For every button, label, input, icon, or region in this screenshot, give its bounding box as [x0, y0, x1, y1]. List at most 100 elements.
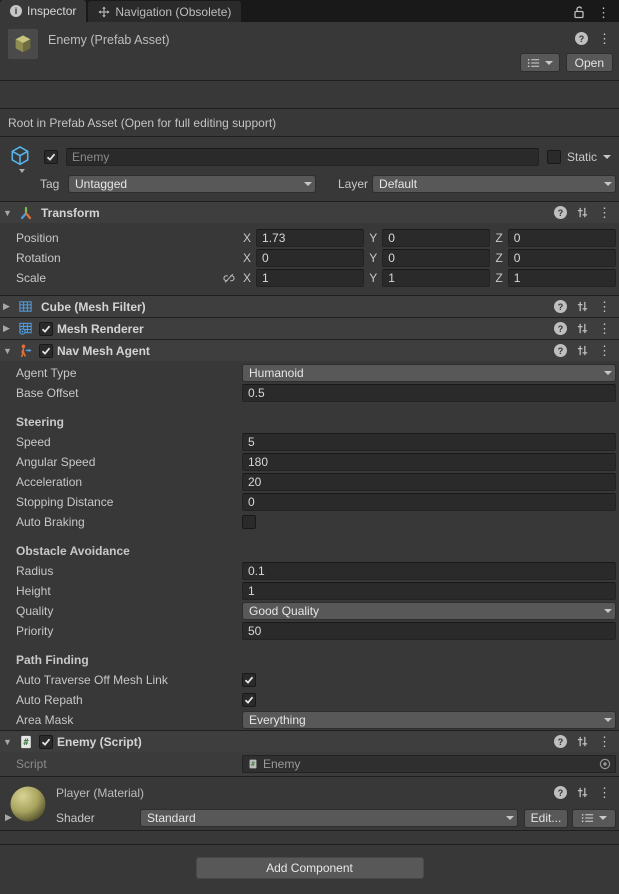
- nav-mesh-agent-enabled-checkbox[interactable]: [39, 343, 53, 358]
- height-field[interactable]: 1: [242, 582, 616, 600]
- gameobject-icon[interactable]: [8, 145, 38, 173]
- foldout-open-icon[interactable]: ▼: [0, 208, 16, 218]
- radius-field[interactable]: 0.1: [242, 562, 616, 580]
- gameobject-header: Enemy Static Tag Untagged Layer Default: [0, 137, 619, 201]
- kebab-icon[interactable]: ⋮: [598, 206, 611, 219]
- speed-row: Speed 5: [0, 432, 619, 452]
- auto-traverse-row: Auto Traverse Off Mesh Link: [0, 670, 619, 690]
- kebab-icon[interactable]: ⋮: [598, 786, 611, 799]
- static-dropdown-caret[interactable]: [603, 155, 611, 159]
- help-icon[interactable]: ?: [554, 786, 567, 799]
- position-y-field[interactable]: 0: [382, 229, 491, 247]
- tab-navigation[interactable]: Navigation (Obsolete): [88, 1, 242, 22]
- nav-mesh-agent-header[interactable]: ▼ Nav Mesh Agent ? ⋮: [0, 339, 619, 361]
- help-icon[interactable]: ?: [554, 735, 567, 748]
- priority-field[interactable]: 50: [242, 622, 616, 640]
- kebab-icon[interactable]: ⋮: [598, 344, 611, 357]
- material-foldout-icon[interactable]: ▶: [5, 812, 12, 823]
- rotation-x-field[interactable]: 0: [256, 249, 365, 267]
- layer-dropdown[interactable]: Default: [372, 175, 616, 193]
- auto-traverse-checkbox[interactable]: [242, 673, 256, 687]
- mesh-renderer-enabled-checkbox[interactable]: [39, 321, 53, 336]
- unlock-icon[interactable]: [572, 5, 586, 19]
- kebab-icon[interactable]: ⋮: [598, 300, 611, 313]
- enemy-script-header[interactable]: ▼ # Enemy (Script) ? ⋮: [0, 730, 619, 752]
- add-component-button[interactable]: Add Component: [195, 857, 424, 879]
- tag-label: Tag: [40, 177, 60, 191]
- agent-type-dropdown[interactable]: Humanoid: [242, 364, 616, 382]
- preset-icon[interactable]: [576, 786, 589, 799]
- scale-x-field[interactable]: 1: [256, 269, 365, 287]
- help-icon[interactable]: ?: [554, 322, 567, 335]
- window-menu-icon[interactable]: ⋮: [597, 6, 610, 19]
- preset-icon[interactable]: [576, 344, 589, 357]
- base-offset-field[interactable]: 0.5: [242, 384, 616, 402]
- shader-menu-button[interactable]: [572, 808, 616, 828]
- foldout-open-icon[interactable]: ▼: [0, 346, 16, 356]
- rotation-z-field[interactable]: 0: [507, 249, 616, 267]
- preset-icon[interactable]: [576, 735, 589, 748]
- area-mask-row: Area Mask Everything: [0, 710, 619, 730]
- foldout-closed-icon[interactable]: ▶: [0, 323, 16, 334]
- auto-braking-checkbox[interactable]: [242, 515, 256, 529]
- base-offset-label: Base Offset: [16, 386, 79, 400]
- enemy-script-enabled-checkbox[interactable]: [39, 734, 53, 749]
- scale-label: Scale: [16, 271, 47, 285]
- chevron-down-icon: [304, 182, 312, 186]
- link-off-icon[interactable]: [222, 271, 236, 285]
- shader-label: Shader: [56, 811, 95, 825]
- area-mask-dropdown[interactable]: Everything: [242, 711, 616, 729]
- shader-edit-button[interactable]: Edit...: [524, 808, 568, 828]
- help-icon[interactable]: ?: [554, 300, 567, 313]
- stopping-distance-field[interactable]: 0: [242, 493, 616, 511]
- name-field[interactable]: Enemy: [66, 148, 539, 166]
- position-x-field[interactable]: 1.73: [256, 229, 365, 247]
- kebab-icon[interactable]: ⋮: [598, 735, 611, 748]
- layer-value: Default: [379, 177, 418, 191]
- scale-y-field[interactable]: 1: [382, 269, 491, 287]
- auto-braking-label: Auto Braking: [16, 515, 85, 529]
- transform-title: Transform: [41, 205, 100, 220]
- mesh-renderer-header[interactable]: ▶ Mesh Renderer ? ⋮: [0, 317, 619, 339]
- auto-repath-checkbox[interactable]: [242, 693, 256, 707]
- position-z-field[interactable]: 0: [507, 229, 616, 247]
- help-icon[interactable]: ?: [554, 344, 567, 357]
- scale-z-field[interactable]: 1: [507, 269, 616, 287]
- help-icon[interactable]: ?: [575, 32, 588, 45]
- script-object-field[interactable]: # Enemy: [242, 755, 616, 773]
- acceleration-field[interactable]: 20: [242, 473, 616, 491]
- help-icon[interactable]: ?: [554, 206, 567, 219]
- chevron-down-icon: [604, 371, 612, 375]
- axis-y-label: Y: [369, 231, 378, 245]
- foldout-open-icon[interactable]: ▼: [0, 737, 16, 747]
- tag-dropdown[interactable]: Untagged: [68, 175, 316, 193]
- tag-value: Untagged: [75, 177, 128, 191]
- active-checkbox[interactable]: [44, 150, 58, 164]
- speed-field[interactable]: 5: [242, 433, 616, 451]
- static-checkbox[interactable]: [546, 150, 561, 164]
- open-prefab-button[interactable]: Open: [565, 53, 613, 72]
- kebab-icon[interactable]: ⋮: [598, 322, 611, 335]
- mesh-filter-header[interactable]: ▶ Cube (Mesh Filter) ? ⋮: [0, 295, 619, 317]
- layout-dropdown-button[interactable]: [519, 53, 560, 72]
- angular-speed-field[interactable]: 180: [242, 453, 616, 471]
- script-mini-icon: #: [249, 759, 257, 769]
- preset-icon[interactable]: [576, 206, 589, 219]
- object-picker-icon[interactable]: [598, 757, 612, 771]
- tab-inspector[interactable]: i Inspector: [0, 0, 87, 22]
- kebab-icon[interactable]: ⋮: [598, 32, 611, 45]
- icon-dropdown-caret: [19, 169, 25, 173]
- foldout-closed-icon[interactable]: ▶: [0, 301, 16, 312]
- quality-dropdown[interactable]: Good Quality: [242, 602, 616, 620]
- shader-dropdown[interactable]: Standard: [140, 809, 518, 827]
- mesh-filter-title: Cube (Mesh Filter): [41, 299, 146, 314]
- script-object-value: Enemy: [263, 757, 301, 771]
- path-finding-heading: Path Finding: [16, 653, 89, 667]
- stopping-distance-label: Stopping Distance: [16, 495, 114, 509]
- preset-icon[interactable]: [576, 322, 589, 335]
- rotation-y-field[interactable]: 0: [382, 249, 491, 267]
- preset-icon[interactable]: [576, 300, 589, 313]
- agent-type-label: Agent Type: [16, 366, 77, 380]
- transform-header[interactable]: ▼ Transform ? ⋮: [0, 201, 619, 223]
- rotation-row: Rotation X 0 Y 0 Z 0: [0, 248, 619, 268]
